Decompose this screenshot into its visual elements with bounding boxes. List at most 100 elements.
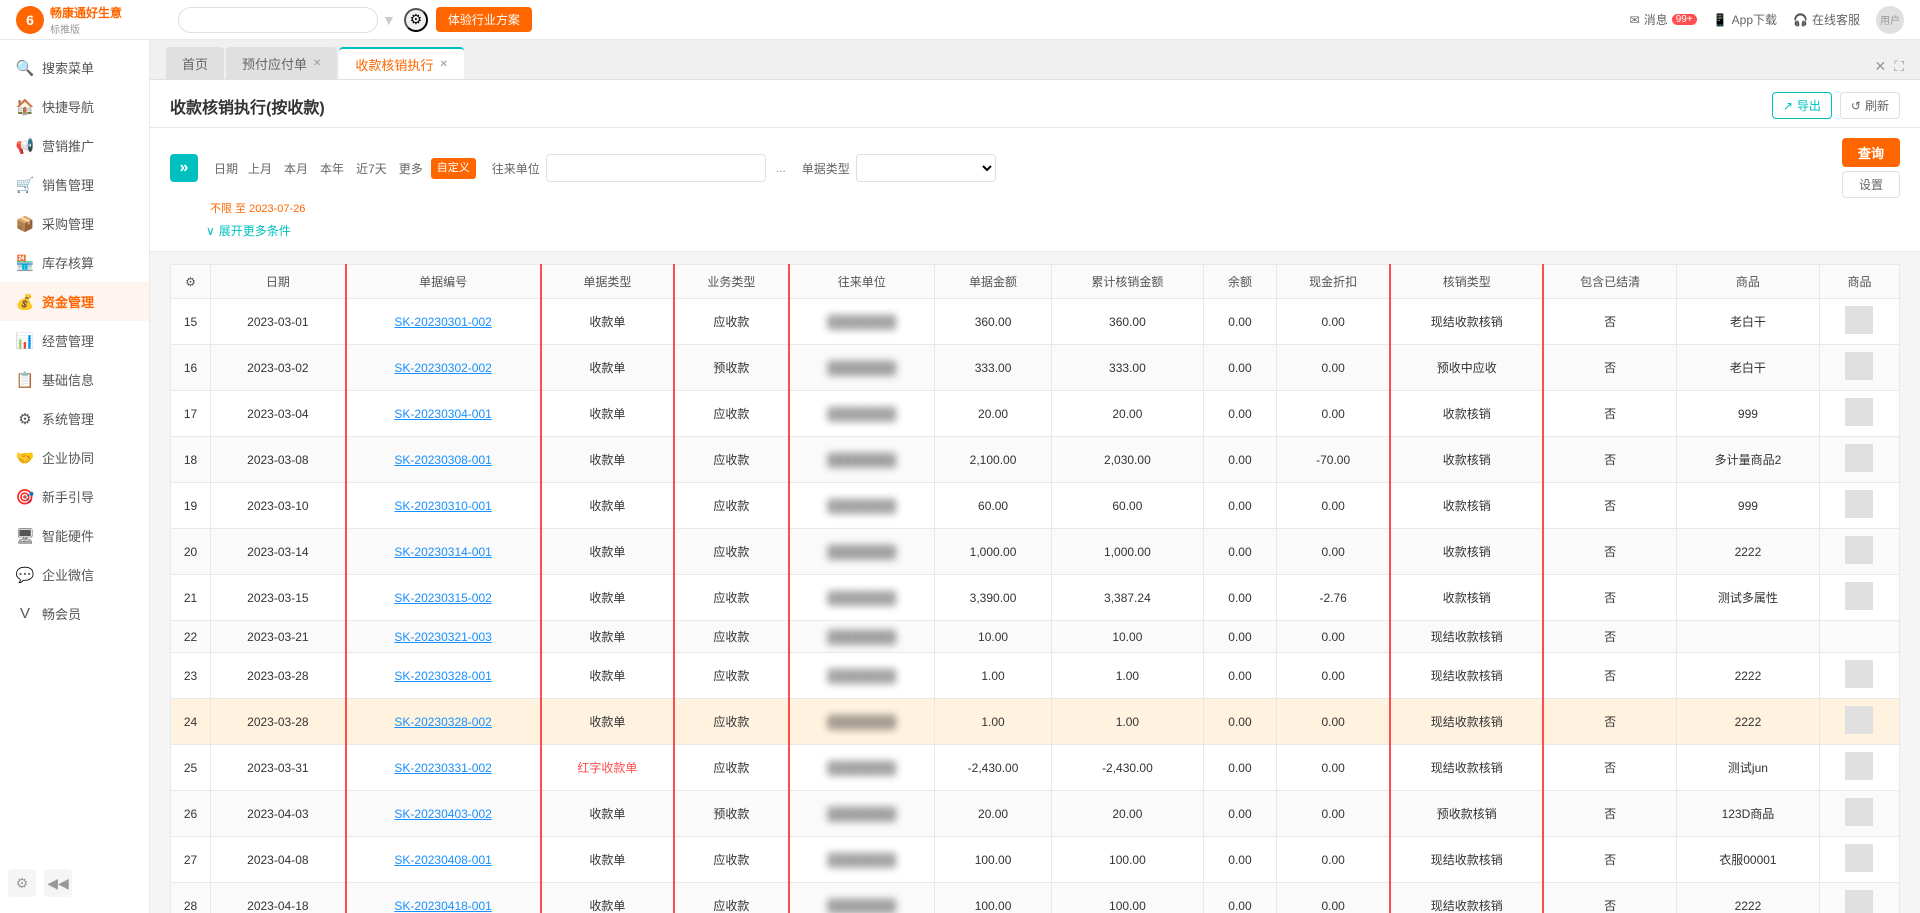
table-row[interactable]: 26 2023-04-03 SK-20230403-002 收款单 预收款 ██… bbox=[171, 791, 1900, 837]
solution-button[interactable]: 体验行业方案 bbox=[436, 7, 532, 32]
table-row[interactable]: 20 2023-03-14 SK-20230314-001 收款单 应收款 ██… bbox=[171, 529, 1900, 575]
sidebar-item-quicknav[interactable]: 🏠 快捷导航 bbox=[0, 87, 149, 126]
counterparty-ellipsis[interactable]: ... bbox=[776, 161, 786, 175]
th-cumverify[interactable]: 累计核销金额 bbox=[1052, 265, 1204, 299]
app-download-item[interactable]: 📱 App下载 bbox=[1713, 11, 1777, 28]
sidebar-item-hardware[interactable]: 🖥 智能硬件 bbox=[0, 516, 149, 555]
th-verifytype[interactable]: 核销类型 bbox=[1390, 265, 1543, 299]
tab-bar-actions: ✕ ⛶ bbox=[1874, 58, 1904, 79]
sidebar-item-finance[interactable]: 💰 资金管理 bbox=[0, 282, 149, 321]
date-prev-month[interactable]: 上月 bbox=[244, 158, 276, 179]
table-row[interactable]: 18 2023-03-08 SK-20230308-001 收款单 应收款 ██… bbox=[171, 437, 1900, 483]
singleno-link[interactable]: SK-20230314-001 bbox=[394, 545, 491, 559]
singleno-link[interactable]: SK-20230301-002 bbox=[394, 315, 491, 329]
th-includesettled[interactable]: 包含已结清 bbox=[1543, 265, 1676, 299]
table-row[interactable]: 23 2023-03-28 SK-20230328-001 收款单 应收款 ██… bbox=[171, 653, 1900, 699]
singleno-link[interactable]: SK-20230308-001 bbox=[394, 453, 491, 467]
table-row[interactable]: 27 2023-04-08 SK-20230408-001 收款单 应收款 ██… bbox=[171, 837, 1900, 883]
online-service-item[interactable]: 🎧 在线客服 bbox=[1793, 11, 1860, 28]
tab-prepay-close[interactable]: ✕ bbox=[313, 58, 321, 69]
cell-product2 bbox=[1819, 575, 1899, 621]
headset-icon: 🎧 bbox=[1793, 13, 1808, 27]
date-more[interactable]: 更多 bbox=[395, 158, 427, 179]
date-this-month[interactable]: 本月 bbox=[280, 158, 312, 179]
table-row[interactable]: 22 2023-03-21 SK-20230321-003 收款单 应收款 ██… bbox=[171, 621, 1900, 653]
cell-counterparty: ████████ bbox=[789, 437, 935, 483]
voucher-type-select[interactable]: 收款单 红字收款单 bbox=[856, 154, 996, 182]
sidebar-item-system[interactable]: ⚙ 系统管理 bbox=[0, 399, 149, 438]
sidebar-settings-btn[interactable]: ⚙ bbox=[8, 869, 36, 897]
weixin-icon: 💬 bbox=[16, 566, 34, 584]
th-singleno[interactable]: 单据编号 bbox=[346, 265, 541, 299]
cell-product: 测试多属性 bbox=[1676, 575, 1819, 621]
date-this-year[interactable]: 本年 bbox=[316, 158, 348, 179]
sidebar-item-stock[interactable]: 🏪 库存核算 bbox=[0, 243, 149, 282]
singleno-link[interactable]: SK-20230403-002 bbox=[394, 807, 491, 821]
sidebar-label-finance: 资金管理 bbox=[42, 292, 94, 311]
table-row[interactable]: 21 2023-03-15 SK-20230315-002 收款单 应收款 ██… bbox=[171, 575, 1900, 621]
tab-prepay[interactable]: 预付应付单 ✕ bbox=[226, 47, 337, 79]
singleno-link[interactable]: SK-20230408-001 bbox=[394, 853, 491, 867]
table-row[interactable]: 15 2023-03-01 SK-20230301-002 收款单 应收款 ██… bbox=[171, 299, 1900, 345]
setting-button[interactable]: 设置 bbox=[1842, 171, 1900, 198]
singleno-link[interactable]: SK-20230418-001 bbox=[394, 899, 491, 913]
th-biztype[interactable]: 业务类型 bbox=[674, 265, 788, 299]
user-avatar[interactable]: 用户 bbox=[1876, 6, 1904, 34]
notifications-item[interactable]: ✉ 消息 99+ bbox=[1630, 11, 1697, 28]
th-counterparty[interactable]: 往来单位 bbox=[789, 265, 935, 299]
query-button[interactable]: 查询 bbox=[1842, 138, 1900, 167]
sidebar-item-member[interactable]: V 畅会员 bbox=[0, 594, 149, 633]
th-date[interactable]: 日期 bbox=[211, 265, 346, 299]
cell-biztype: 应收款 bbox=[674, 483, 788, 529]
th-product2[interactable]: 商品 bbox=[1819, 265, 1899, 299]
table-row[interactable]: 25 2023-03-31 SK-20230331-002 红字收款单 应收款 … bbox=[171, 745, 1900, 791]
singleno-link[interactable]: SK-20230304-001 bbox=[394, 407, 491, 421]
date-7days[interactable]: 近7天 bbox=[352, 158, 391, 179]
th-amount[interactable]: 单据金额 bbox=[935, 265, 1052, 299]
sidebar-item-operation[interactable]: 📊 经营管理 bbox=[0, 321, 149, 360]
expand-more-btn[interactable]: ∨ 展开更多条件 bbox=[206, 222, 1900, 239]
date-custom-btn[interactable]: 自定义 bbox=[431, 158, 476, 179]
singleno-link[interactable]: SK-20230302-002 bbox=[394, 361, 491, 375]
sidebar-item-enterprise[interactable]: 🤝 企业协同 bbox=[0, 438, 149, 477]
table-row[interactable]: 17 2023-03-04 SK-20230304-001 收款单 应收款 ██… bbox=[171, 391, 1900, 437]
tab-close-all-icon[interactable]: ✕ bbox=[1874, 58, 1886, 75]
th-balance[interactable]: 余额 bbox=[1203, 265, 1276, 299]
top-search-input[interactable] bbox=[178, 7, 378, 33]
tab-home[interactable]: 首页 bbox=[166, 47, 224, 79]
tab-verify-close[interactable]: ✕ bbox=[439, 59, 447, 70]
cell-balance: 0.00 bbox=[1203, 791, 1276, 837]
table-row[interactable]: 16 2023-03-02 SK-20230302-002 收款单 预收款 ██… bbox=[171, 345, 1900, 391]
tab-expand-icon[interactable]: ⛶ bbox=[1894, 58, 1904, 75]
cell-singleno: SK-20230304-001 bbox=[346, 391, 541, 437]
sidebar-item-sales[interactable]: 🛒 销售管理 bbox=[0, 165, 149, 204]
th-singletype[interactable]: 单据类型 bbox=[541, 265, 675, 299]
counterparty-input[interactable] bbox=[546, 154, 766, 182]
singleno-link[interactable]: SK-20230331-002 bbox=[394, 761, 491, 775]
th-gear[interactable]: ⚙ bbox=[171, 265, 211, 299]
sidebar-item-search[interactable]: 🔍 搜索菜单 bbox=[0, 48, 149, 87]
cell-includesettled: 否 bbox=[1543, 653, 1676, 699]
tab-verify[interactable]: 收款核销执行 ✕ bbox=[339, 47, 463, 79]
sidebar-item-basicinfo[interactable]: 📋 基础信息 bbox=[0, 360, 149, 399]
sidebar-collapse-btn[interactable]: ◀◀ bbox=[44, 869, 72, 897]
table-row[interactable]: 28 2023-04-18 SK-20230418-001 收款单 应收款 ██… bbox=[171, 883, 1900, 913]
singleno-link[interactable]: SK-20230321-003 bbox=[394, 630, 491, 644]
export-button[interactable]: ↗ 导出 bbox=[1772, 92, 1832, 119]
refresh-button[interactable]: ↺ 刷新 bbox=[1840, 92, 1900, 119]
singleno-link[interactable]: SK-20230310-001 bbox=[394, 499, 491, 513]
sidebar-item-newbie[interactable]: 🎯 新手引导 bbox=[0, 477, 149, 516]
sidebar-item-marketing[interactable]: 📢 营销推广 bbox=[0, 126, 149, 165]
table-row[interactable]: 24 2023-03-28 SK-20230328-002 收款单 应收款 ██… bbox=[171, 699, 1900, 745]
th-product[interactable]: 商品 bbox=[1676, 265, 1819, 299]
cell-cashdiscount: 0.00 bbox=[1277, 791, 1390, 837]
sidebar-item-weixin[interactable]: 💬 企业微信 bbox=[0, 555, 149, 594]
filter-expand-btn[interactable]: » bbox=[170, 154, 198, 182]
singleno-link[interactable]: SK-20230328-001 bbox=[394, 669, 491, 683]
th-cashdiscount[interactable]: 现金折扣 bbox=[1277, 265, 1390, 299]
table-row[interactable]: 19 2023-03-10 SK-20230310-001 收款单 应收款 ██… bbox=[171, 483, 1900, 529]
sidebar-item-purchase[interactable]: 📦 采购管理 bbox=[0, 204, 149, 243]
gear-button[interactable]: ⚙ bbox=[404, 8, 428, 32]
singleno-link[interactable]: SK-20230328-002 bbox=[394, 715, 491, 729]
singleno-link[interactable]: SK-20230315-002 bbox=[394, 591, 491, 605]
